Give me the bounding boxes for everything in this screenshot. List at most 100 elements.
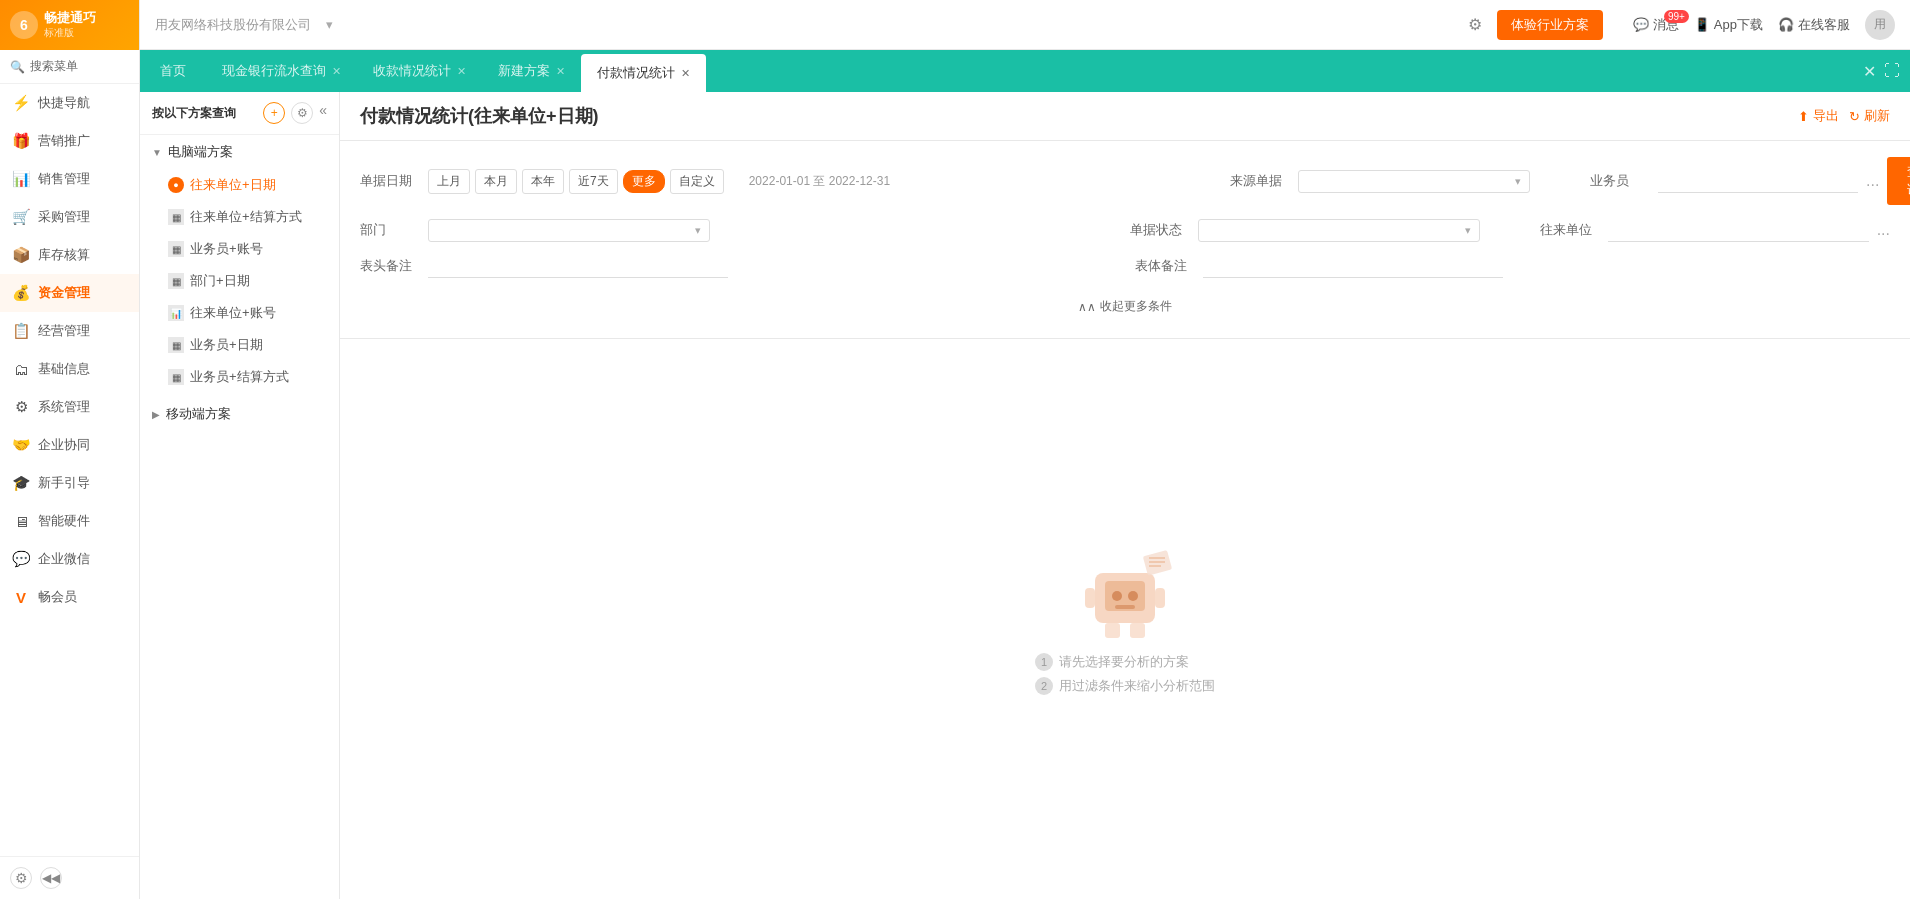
date-this-month[interactable]: 本月 [475, 169, 517, 194]
sidebar-item-marketing[interactable]: 🎁 营销推广 [0, 122, 139, 160]
page-title-actions: ⬆ 导出 ↻ 刷新 [1798, 107, 1890, 125]
scheme-icon-3: ▦ [168, 273, 184, 289]
sidebar-item-finance[interactable]: 💰 资金管理 [0, 274, 139, 312]
add-scheme-button[interactable]: + [263, 102, 285, 124]
scheme-active-icon: ● [168, 177, 184, 193]
date-range-display: 2022-01-01 至 2022-12-31 [749, 174, 890, 188]
bill-status-dropdown[interactable]: ▾ [1198, 219, 1480, 242]
sidebar-item-wechat[interactable]: 💬 企业微信 [0, 540, 139, 578]
sidebar-item-purchase[interactable]: 🛒 采购管理 [0, 198, 139, 236]
empty-state: 1 请先选择要分析的方案 2 用过滤条件来缩小分析范围 [340, 339, 1910, 899]
source-bill-field: 来源单据 ▾ [1230, 170, 1530, 193]
body-note-label: 表体备注 [1135, 257, 1195, 275]
right-panel: 付款情况统计(往来单位+日期) ⬆ 导出 ↻ 刷新 单 [340, 92, 1910, 899]
sidebar-item-quick-nav[interactable]: ⚡ 快捷导航 [0, 84, 139, 122]
sidebar-item-operation[interactable]: 📋 经营管理 [0, 312, 139, 350]
user-avatar[interactable]: 用 [1865, 10, 1895, 40]
date-custom-button[interactable]: 自定义 [670, 169, 724, 194]
app-download-button[interactable]: 📱 App下载 [1694, 16, 1763, 34]
tab-payment-stats[interactable]: 付款情况统计 ✕ [581, 54, 706, 92]
search-menu[interactable]: 🔍 搜索菜单 [0, 50, 139, 84]
finance-icon: 💰 [12, 284, 30, 302]
salesman-dots[interactable]: ... [1866, 172, 1879, 190]
dept-dropdown[interactable]: ▾ [428, 219, 710, 242]
desktop-group-header[interactable]: ▼ 电脑端方案 [140, 135, 339, 169]
message-icon: 💬 [1633, 17, 1649, 32]
tab-close-collection-stats[interactable]: ✕ [457, 65, 466, 78]
sidebar-item-member[interactable]: V 畅会员 [0, 578, 139, 616]
mobile-group-icon: ▶ [152, 409, 160, 420]
tab-close-all-icon[interactable]: ✕ [1863, 62, 1876, 81]
salesman-field: 业务员 ... 查询 设置 [1590, 156, 1890, 206]
hint-item-1: 1 请先选择要分析的方案 [1035, 653, 1189, 671]
date-this-year[interactable]: 本年 [522, 169, 564, 194]
date-7days[interactable]: 近7天 [569, 169, 618, 194]
scheme-partner-date[interactable]: ● 往来单位+日期 [140, 169, 339, 201]
tab-expand-icon[interactable]: ⛶ [1884, 62, 1900, 80]
date-last-month[interactable]: 上月 [428, 169, 470, 194]
scheme-salesman-account[interactable]: ▦ 业务员+账号 [140, 233, 339, 265]
tab-close-new-scheme[interactable]: ✕ [556, 65, 565, 78]
body-note-input[interactable] [1203, 254, 1503, 278]
panel-collapse-button[interactable]: « [319, 102, 327, 124]
sidebar-item-basic[interactable]: 🗂 基础信息 [0, 350, 139, 388]
trial-button[interactable]: 体验行业方案 [1497, 10, 1603, 40]
sidebar-item-enterprise[interactable]: 🤝 企业协同 [0, 426, 139, 464]
scheme-salesman-date[interactable]: ▦ 业务员+日期 [140, 329, 339, 361]
sidebar-item-sales[interactable]: 📊 销售管理 [0, 160, 139, 198]
logo-text: 畅捷通巧 标准版 [44, 10, 96, 40]
mobile-group-header[interactable]: ▶ 移动端方案 [140, 397, 339, 431]
svg-rect-7 [1105, 623, 1120, 638]
sidebar-item-hardware[interactable]: 🖥 智能硬件 [0, 502, 139, 540]
tab-home[interactable]: 首页 [140, 50, 206, 92]
tab-new-scheme[interactable]: 新建方案 ✕ [482, 50, 581, 92]
header-settings-icon[interactable]: ⚙ [1468, 15, 1482, 34]
export-button[interactable]: ⬆ 导出 [1798, 107, 1839, 125]
svg-rect-6 [1155, 588, 1165, 608]
header-note-input[interactable] [428, 254, 728, 278]
refresh-button[interactable]: ↻ 刷新 [1849, 107, 1890, 125]
scheme-partner-account[interactable]: 📊 往来单位+账号 [140, 297, 339, 329]
empty-hints: 1 请先选择要分析的方案 2 用过滤条件来缩小分析范围 [1035, 653, 1215, 695]
wechat-icon: 💬 [12, 550, 30, 568]
page-title-bar: 付款情况统计(往来单位+日期) ⬆ 导出 ↻ 刷新 [340, 92, 1910, 141]
header-right: 💬 消息 99+ 📱 App下载 🎧 在线客服 用 [1633, 10, 1895, 40]
footer-settings-button[interactable]: ⚙ [10, 867, 32, 889]
sidebar-item-guide[interactable]: 🎓 新手引导 [0, 464, 139, 502]
purchase-icon: 🛒 [12, 208, 30, 226]
scheme-salesman-settle[interactable]: ▦ 业务员+结算方式 [140, 361, 339, 393]
enterprise-icon: 🤝 [12, 436, 30, 454]
tab-bank-flow[interactable]: 现金银行流水查询 ✕ [206, 50, 357, 92]
salesman-input[interactable] [1658, 169, 1858, 193]
tab-actions: ✕ ⛶ [1853, 62, 1910, 81]
query-button[interactable]: 查询 [1887, 157, 1910, 205]
salesman-label: 业务员 [1590, 172, 1650, 190]
bill-status-label: 单据状态 [1130, 221, 1190, 239]
scheme-settings-button[interactable]: ⚙ [291, 102, 313, 124]
svg-point-2 [1112, 591, 1122, 601]
app-icon: 📱 [1694, 17, 1710, 32]
partner-label: 往来单位 [1540, 221, 1600, 239]
tab-close-payment-stats[interactable]: ✕ [681, 67, 690, 80]
messages-button[interactable]: 💬 消息 99+ [1633, 16, 1679, 34]
sidebar-item-inventory[interactable]: 📦 库存核算 [0, 236, 139, 274]
query-row-1: 单据日期 上月 本月 本年 近7天 更多 自定义 2022-01-01 至 20… [360, 156, 1890, 206]
date-more-button[interactable]: 更多 [623, 170, 665, 193]
sales-icon: 📊 [12, 170, 30, 188]
scheme-partner-settle[interactable]: ▦ 往来单位+结算方式 [140, 201, 339, 233]
tab-close-bank-flow[interactable]: ✕ [332, 65, 341, 78]
query-area: 单据日期 上月 本月 本年 近7天 更多 自定义 2022-01-01 至 20… [340, 141, 1910, 339]
source-bill-dropdown[interactable]: ▾ [1298, 170, 1530, 193]
tab-collection-stats[interactable]: 收款情况统计 ✕ [357, 50, 482, 92]
partner-input[interactable] [1608, 218, 1869, 242]
query-row-2: 部门 ▾ 单据状态 ▾ [360, 218, 1890, 242]
online-service-button[interactable]: 🎧 在线客服 [1778, 16, 1850, 34]
system-icon: ⚙ [12, 398, 30, 416]
scheme-dept-date[interactable]: ▦ 部门+日期 [140, 265, 339, 297]
partner-dots[interactable]: ... [1877, 221, 1890, 239]
sidebar-collapse-button[interactable]: ◀◀ [40, 867, 62, 889]
quick-nav-icon: ⚡ [12, 94, 30, 112]
sidebar-item-system[interactable]: ⚙ 系统管理 [0, 388, 139, 426]
collapse-conditions-button[interactable]: ∧∧ 收起更多条件 [360, 290, 1890, 323]
source-bill-label: 来源单据 [1230, 172, 1290, 190]
